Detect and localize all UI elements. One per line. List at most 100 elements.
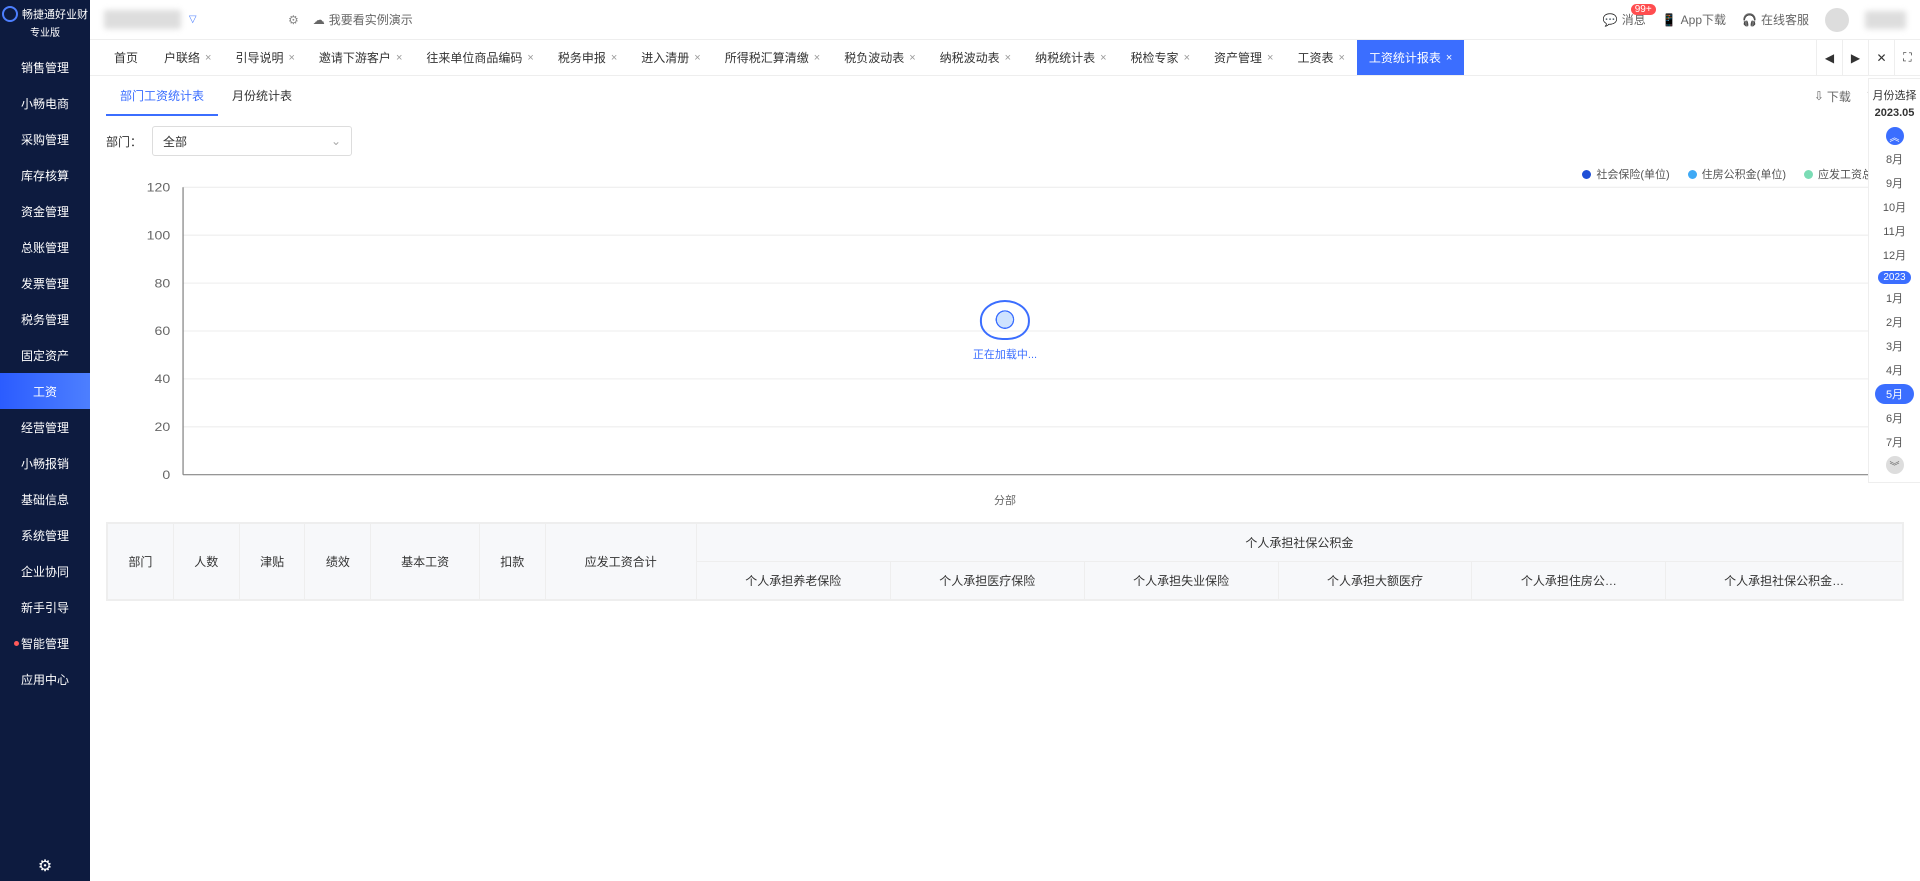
nav-item-14[interactable]: 企业协同 [0,553,90,589]
nav-item-11[interactable]: 小畅报销 [0,445,90,481]
nav-item-1[interactable]: 小畅电商 [0,85,90,121]
nav-item-17[interactable]: 应用中心 [0,661,90,697]
tab-7[interactable]: 税负波动表× [832,40,927,75]
subtab-0[interactable]: 部门工资统计表 [106,77,218,116]
app-download-button[interactable]: 📱 App下载 [1662,11,1726,28]
legend-item[interactable]: 住房公积金(单位) [1688,166,1786,182]
settings-gear-icon[interactable]: ⚙ [38,851,52,881]
topbar-right: 💬 消息 99+ 📱 App下载 🎧 在线客服 ██ [1603,8,1906,32]
month-option[interactable]: 4月 [1869,358,1920,382]
th-sub-5: 个人承担社保公积金… [1666,562,1903,600]
month-option[interactable]: 8月 [1869,147,1920,171]
tab-9[interactable]: 纳税统计表× [1023,40,1118,75]
month-selector-panel: 月份选择 2023.05 ︽ 8月9月10月11月12月20231月2月3月4月… [1868,78,1920,483]
svg-text:80: 80 [154,277,170,291]
month-option[interactable]: 10月 [1869,195,1920,219]
tab-close-icon[interactable]: × [1267,52,1273,64]
tab-10[interactable]: 税检专家× [1119,40,1202,75]
tab-home[interactable]: 首页 [100,40,152,75]
tab-close-icon[interactable]: × [396,52,402,64]
brand-edition: 专业版 [30,24,60,39]
tab-11[interactable]: 资产管理× [1202,40,1285,75]
tab-next-button[interactable]: ▶ [1842,40,1868,76]
content: 部门工资统计表月份统计表 ⇩下载 ↻刷新 部门： 全部 ⌄ 社会保险(单位)住房… [90,76,1920,881]
fullscreen-button[interactable]: ⛶ [1894,40,1920,76]
download-button[interactable]: ⇩下载 [1814,88,1851,105]
tab-0[interactable]: 户联络× [152,40,223,75]
sidebar: 畅捷通好业财 专业版 销售管理小畅电商采购管理库存核算资金管理总账管理发票管理税… [0,0,90,881]
scroll-up-button[interactable]: ︽ [1886,127,1904,145]
nav-item-16[interactable]: 智能管理 [0,625,90,661]
svg-text:40: 40 [154,372,170,386]
company-selector[interactable]: ████ ▽ [104,10,274,29]
th-2: 津贴 [239,524,305,600]
department-select[interactable]: 全部 ⌄ [152,126,352,156]
tab-13[interactable]: 工资统计报表× [1357,40,1464,75]
tab-close-icon[interactable]: × [1338,52,1344,64]
tab-close-all-button[interactable]: ✕ [1868,40,1894,76]
month-option[interactable]: 1月 [1869,286,1920,310]
svg-text:0: 0 [162,468,170,482]
tab-close-icon[interactable]: × [1100,52,1106,64]
tab-close-icon[interactable]: × [1446,52,1452,64]
tab-close-icon[interactable]: × [611,52,617,64]
nav-item-8[interactable]: 固定资产 [0,337,90,373]
tab-close-icon[interactable]: × [1184,52,1190,64]
nav-item-4[interactable]: 资金管理 [0,193,90,229]
nav-item-10[interactable]: 经营管理 [0,409,90,445]
nav-item-9[interactable]: 工资 [0,373,90,409]
tab-8[interactable]: 纳税波动表× [928,40,1023,75]
nav-item-0[interactable]: 销售管理 [0,49,90,85]
legend-item[interactable]: 社会保险(单位) [1582,166,1669,182]
online-service-button[interactable]: 🎧 在线客服 [1742,11,1809,28]
month-option[interactable]: 7月 [1869,430,1920,454]
demo-link[interactable]: ☁ 我要看实例演示 [313,11,413,28]
tab-close-icon[interactable]: × [814,52,820,64]
nav-item-3[interactable]: 库存核算 [0,157,90,193]
scroll-down-button[interactable]: ︾ [1886,456,1904,474]
avatar[interactable] [1825,8,1849,32]
month-option[interactable]: 11月 [1869,219,1920,243]
nav-item-5[interactable]: 总账管理 [0,229,90,265]
nav-item-12[interactable]: 基础信息 [0,481,90,517]
svg-text:20: 20 [154,420,170,434]
tab-close-icon[interactable]: × [288,52,294,64]
month-option[interactable]: 2月 [1869,310,1920,334]
tab-12[interactable]: 工资表× [1285,40,1356,75]
tab-close-icon[interactable]: × [1005,52,1011,64]
nav-item-6[interactable]: 发票管理 [0,265,90,301]
tab-close-icon[interactable]: × [694,52,700,64]
tab-6[interactable]: 所得税汇算清缴× [713,40,832,75]
loading-icon [980,300,1030,340]
nav-item-13[interactable]: 系统管理 [0,517,90,553]
phone-icon: 📱 [1662,13,1677,27]
tab-close-icon[interactable]: × [909,52,915,64]
messages-button[interactable]: 💬 消息 99+ [1603,11,1646,28]
month-option[interactable]: 6月 [1869,406,1920,430]
tab-1[interactable]: 引导说明× [223,40,306,75]
month-option[interactable]: 9月 [1869,171,1920,195]
tab-3[interactable]: 往来单位商品编码× [414,40,545,75]
nav-item-2[interactable]: 采购管理 [0,121,90,157]
tab-2[interactable]: 邀请下游客户× [307,40,414,75]
month-option[interactable]: 12月 [1869,243,1920,267]
subtab-1[interactable]: 月份统计表 [218,77,306,116]
tab-prev-button[interactable]: ◀ [1816,40,1842,76]
brand-name: 畅捷通好业财 [22,6,88,22]
tab-5[interactable]: 进入清册× [629,40,712,75]
tab-close-icon[interactable]: × [527,52,533,64]
th-sub-2: 个人承担失业保险 [1084,562,1278,600]
download-icon: ⇩ [1814,89,1824,103]
gear-icon[interactable]: ⚙ [288,13,299,27]
tab-close-icon[interactable]: × [205,52,211,64]
th-sub-4: 个人承担住房公… [1472,562,1666,600]
headset-icon: 🎧 [1742,13,1757,27]
filter-row: 部门： 全部 ⌄ [90,116,1920,166]
month-option[interactable]: 3月 [1869,334,1920,358]
tab-4[interactable]: 税务申报× [546,40,629,75]
nav-menu: 销售管理小畅电商采购管理库存核算资金管理总账管理发票管理税务管理固定资产工资经营… [0,49,90,851]
nav-item-7[interactable]: 税务管理 [0,301,90,337]
month-option[interactable]: 5月 [1875,384,1914,404]
nav-item-15[interactable]: 新手引导 [0,589,90,625]
th-7: 个人承担社保公积金 [696,524,1902,562]
